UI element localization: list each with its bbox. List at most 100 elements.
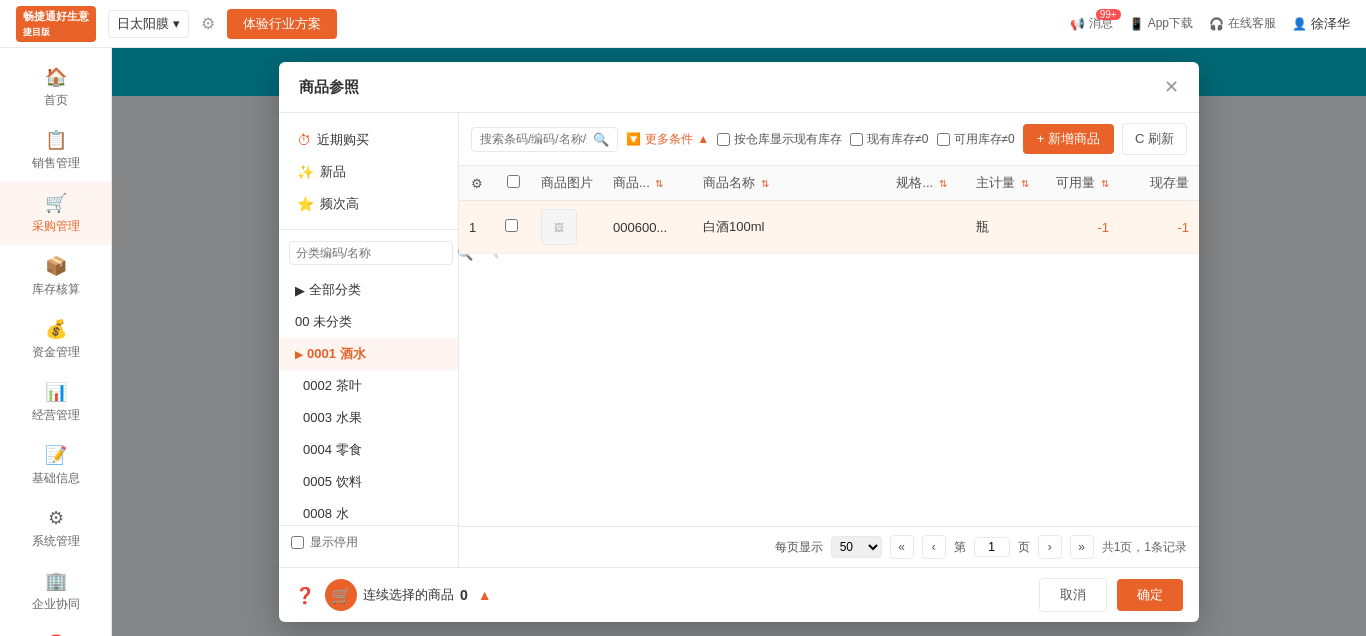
active-arrow-icon: ▶ (295, 349, 303, 360)
top-nav-right: 📢 消息 99+ 📱 App下载 🎧 在线客服 👤 徐泽华 (1070, 15, 1350, 33)
column-header-name[interactable]: 商品名称 ⇅ (693, 166, 886, 201)
row-checkbox[interactable] (505, 219, 518, 232)
show-disabled-checkbox[interactable] (291, 536, 304, 549)
brand-sub: 捷目版 (23, 26, 89, 39)
trial-button[interactable]: 体验行业方案 (227, 9, 337, 39)
add-product-button[interactable]: + 新增商品 (1023, 124, 1114, 154)
filter-label: 更多条件 (645, 131, 693, 148)
category-item-0001[interactable]: ▶ 0001 酒水 (279, 338, 458, 370)
per-page-select[interactable]: 50 20 100 (831, 536, 882, 558)
sidebar-item-sales[interactable]: 📋 销售管理 (0, 119, 111, 182)
sidebar-item-assets[interactable]: 💰 资金管理 (0, 308, 111, 371)
help-icon[interactable]: ❓ (295, 586, 315, 605)
modal-footer: ❓ 🛒 连续选择的商品 0 ▲ 取消 确定 (279, 567, 1199, 622)
category-label: 0002 茶叶 (303, 377, 362, 395)
clock-icon: ⏱ (297, 132, 311, 148)
sidebar-item-system[interactable]: ⚙ 系统管理 (0, 497, 111, 560)
category-item-0004[interactable]: 0004 零食 (279, 434, 458, 466)
left-panel: ⏱ 近期购买 ✨ 新品 ⭐ 频次高 (279, 113, 459, 567)
category-label: 0005 饮料 (303, 473, 362, 491)
category-label: 0001 酒水 (307, 345, 366, 363)
sidebar-item-enterprise[interactable]: 🏢 企业协同 (0, 560, 111, 623)
quick-item-recent[interactable]: ⏱ 近期购买 (287, 125, 450, 155)
sort-icon: ⇅ (939, 178, 947, 189)
category-item-0003[interactable]: 0003 水果 (279, 402, 458, 434)
app-icon: 📱 (1129, 17, 1144, 31)
app-download-item[interactable]: 📱 App下载 (1129, 15, 1193, 32)
total-info: 共1页，1条记录 (1102, 539, 1187, 556)
sidebar-item-purchase[interactable]: 🛒 采购管理 (0, 182, 111, 245)
category-item-0008[interactable]: 0008 水 (279, 498, 458, 525)
column-header-available[interactable]: 可用量 ⇅ (1039, 166, 1119, 201)
last-page-button[interactable]: » (1070, 535, 1094, 559)
product-search-input[interactable] (480, 132, 587, 146)
next-page-button[interactable]: › (1038, 535, 1062, 559)
column-header-unit[interactable]: 主计量 ⇅ (966, 166, 1039, 201)
available-nonzero-checkbox[interactable] (850, 133, 863, 146)
usable-nonzero-checkbox[interactable] (937, 133, 950, 146)
column-header-setting[interactable]: ⚙ (459, 166, 495, 201)
store-select[interactable]: 日太阳膜 ▾ (108, 10, 189, 38)
warehouse-stock-checkbox[interactable] (717, 133, 730, 146)
category-label: 0003 水果 (303, 409, 362, 427)
refresh-button[interactable]: C 刷新 (1122, 123, 1187, 155)
modal-close-button[interactable]: ✕ (1164, 76, 1179, 98)
column-header-spec[interactable]: 规格... ⇅ (886, 166, 966, 201)
category-item-all[interactable]: ▶ 全部分类 (279, 274, 458, 306)
available-nonzero-checkbox-label[interactable]: 现有库存≠0 (850, 131, 928, 148)
category-label: 全部分类 (309, 281, 361, 299)
enterprise-icon: 🏢 (45, 570, 67, 592)
column-header-check (495, 166, 531, 201)
table-header-row: ⚙ 商品图片 商品... (459, 166, 1199, 201)
system-icon: ⚙ (48, 507, 64, 529)
row-index: 1 (459, 201, 495, 254)
sidebar-item-label: 基础信息 (32, 470, 80, 487)
gear-icon[interactable]: ⚙ (201, 14, 215, 33)
home-icon: 🏠 (45, 66, 67, 88)
footer-collapse-icon[interactable]: ▲ (478, 587, 492, 603)
row-available-cell: -1 (1039, 201, 1119, 254)
brand-logo: 畅捷通好生意 捷目版 (16, 6, 96, 42)
cancel-button[interactable]: 取消 (1039, 578, 1107, 612)
sort-icon: ⇅ (1101, 178, 1109, 189)
table-row[interactable]: 1 🖼 (459, 201, 1199, 254)
notice-badge: 99+ (1096, 9, 1121, 20)
confirm-button[interactable]: 确定 (1117, 579, 1183, 611)
page-number-input[interactable] (974, 537, 1010, 557)
pagination: 每页显示 50 20 100 « ‹ 第 页 › (459, 526, 1199, 567)
select-all-checkbox[interactable] (507, 175, 520, 188)
cart-badge[interactable]: 🛒 连续选择的商品 0 (325, 579, 468, 611)
first-page-button[interactable]: « (890, 535, 914, 559)
sidebar-item-inventory[interactable]: 📦 库存核算 (0, 245, 111, 308)
user-item[interactable]: 👤 徐泽华 (1292, 15, 1350, 33)
sidebar-item-home[interactable]: 🏠 首页 (0, 56, 111, 119)
prev-page-button[interactable]: ‹ (922, 535, 946, 559)
star-icon: ⭐ (297, 196, 314, 212)
column-header-code[interactable]: 商品... ⇅ (603, 166, 693, 201)
warehouse-stock-checkbox-label[interactable]: 按仓库显示现有库存 (717, 131, 842, 148)
footer-left: ❓ 🛒 连续选择的商品 0 ▲ (295, 579, 492, 611)
category-item-0002[interactable]: 0002 茶叶 (279, 370, 458, 402)
usable-nonzero-checkbox-label[interactable]: 可用库存≠0 (937, 131, 1015, 148)
search-icon[interactable]: 🔍 (593, 132, 609, 147)
sidebar-item-basic[interactable]: 📝 基础信息 (0, 434, 111, 497)
quick-item-label: 近期购买 (317, 131, 369, 149)
quick-item-frequent[interactable]: ⭐ 频次高 (287, 189, 450, 219)
row-checkbox-cell[interactable] (495, 201, 531, 254)
category-item-00[interactable]: 00 未分类 (279, 306, 458, 338)
category-search-input[interactable] (289, 241, 453, 265)
filter-button[interactable]: 🔽 更多条件 ▲ (626, 131, 709, 148)
new-icon: ✨ (297, 164, 314, 180)
quick-item-new[interactable]: ✨ 新品 (287, 157, 450, 187)
notice-item[interactable]: 📢 消息 99+ (1070, 15, 1113, 32)
service-item[interactable]: 🎧 在线客服 (1209, 15, 1276, 32)
show-disabled-row: 显示停用 (279, 525, 458, 559)
row-stock-cell: -1 (1119, 201, 1199, 254)
column-header-img: 商品图片 (531, 166, 603, 201)
category-item-0005[interactable]: 0005 饮料 (279, 466, 458, 498)
basic-icon: 📝 (45, 444, 67, 466)
chevron-down-icon: ▾ (173, 16, 180, 31)
sidebar-item-guide[interactable]: 🎯 新手引导 (0, 623, 111, 636)
category-list: ▶ 全部分类 00 未分类 ▶ 0001 酒水 0002 茶 (279, 270, 458, 525)
sidebar-item-operation[interactable]: 📊 经营管理 (0, 371, 111, 434)
